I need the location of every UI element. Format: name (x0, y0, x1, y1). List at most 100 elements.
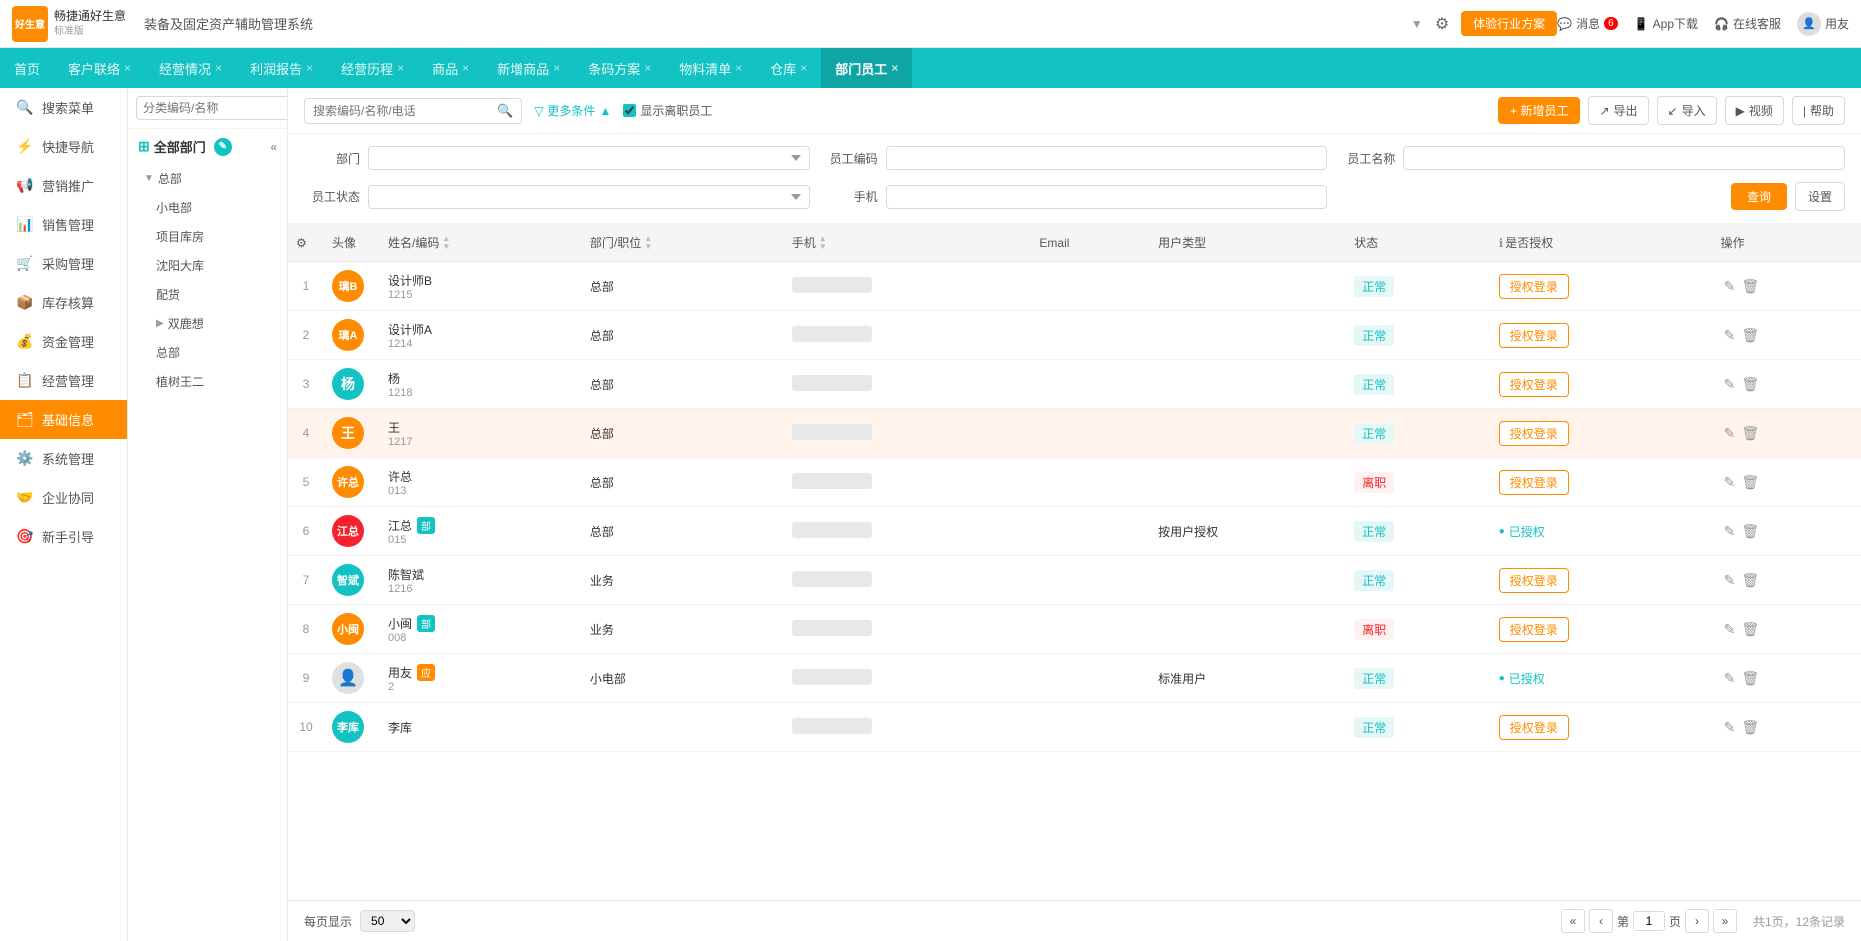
dept-node-project[interactable]: 项目库房 (128, 222, 287, 251)
sidebar-item-system[interactable]: ⚙️ 系统管理 (0, 439, 127, 478)
sidebar-item-sales[interactable]: 📊 销售管理 (0, 205, 127, 244)
sidebar-item-finance[interactable]: 💰 资金管理 (0, 322, 127, 361)
nav-tab-home[interactable]: 首页 (0, 48, 54, 88)
help-button[interactable]: | 帮助 (1792, 96, 1845, 125)
nav-tab-customer[interactable]: 客户联络 × (54, 48, 145, 88)
edit-icon[interactable]: ✎ (1724, 474, 1736, 490)
sort-name-code[interactable]: 姓名/编码 ▲▼ (388, 234, 574, 251)
auth-login-button[interactable]: 授权登录 (1499, 617, 1569, 642)
edit-icon[interactable]: ✎ (1724, 572, 1736, 588)
online-service-button[interactable]: 🎧 在线客服 (1714, 15, 1781, 32)
trial-button[interactable]: 体验行业方案 (1461, 11, 1557, 36)
dept-node-shenyang[interactable]: 沈阳大库 (128, 251, 287, 280)
close-icon[interactable]: × (462, 61, 469, 75)
nav-tab-warehouse[interactable]: 仓库 × (756, 48, 821, 88)
col-phone[interactable]: 手机 ▲▼ (784, 224, 1032, 262)
auth-login-button[interactable]: 授权登录 (1499, 470, 1569, 495)
auth-login-button[interactable]: 授权登录 (1499, 421, 1569, 446)
user-menu[interactable]: 👤 用友 (1797, 12, 1849, 36)
sidebar-item-guide[interactable]: 🎯 新手引导 (0, 517, 127, 556)
close-icon[interactable]: × (124, 61, 131, 75)
auth-login-button[interactable]: 授权登录 (1499, 372, 1569, 397)
close-icon[interactable]: × (891, 61, 898, 75)
auth-login-button[interactable]: 授权登录 (1499, 323, 1569, 348)
edit-icon[interactable]: ✎ (1724, 719, 1736, 735)
export-button[interactable]: ↗ 导出 (1588, 96, 1648, 125)
search-icon[interactable]: 🔍 (497, 103, 513, 119)
settings-icon[interactable]: ⚙ (1435, 14, 1449, 34)
col-settings[interactable]: ⚙ (288, 224, 324, 262)
add-employee-button[interactable]: + 新增员工 (1498, 97, 1580, 124)
col-name-code[interactable]: 姓名/编码 ▲▼ (380, 224, 582, 262)
edit-icon[interactable]: ✎ (1724, 278, 1736, 294)
sort-phone[interactable]: 手机 ▲▼ (792, 234, 1024, 251)
filter-more-btn[interactable]: ▽ 更多条件 ▲ (534, 102, 611, 119)
dept-node-xiaodian[interactable]: 小电部 (128, 193, 287, 222)
sidebar-item-purchase[interactable]: 🛒 采购管理 (0, 244, 127, 283)
edit-icon[interactable]: ✎ (1724, 425, 1736, 441)
delete-icon[interactable]: 🗑 (1741, 474, 1759, 490)
sort-dept[interactable]: 部门/职位 ▲▼ (590, 234, 776, 251)
edit-icon[interactable]: ✎ (1724, 670, 1736, 686)
delete-icon[interactable]: 🗑 (1741, 278, 1759, 294)
dept-node-peihuo[interactable]: 配货 (128, 280, 287, 309)
emp-name-input[interactable] (1403, 146, 1845, 170)
sidebar-item-operation[interactable]: 📋 经营管理 (0, 361, 127, 400)
nav-tab-barcode[interactable]: 条码方案 × (574, 48, 665, 88)
last-page-btn[interactable]: » (1713, 909, 1737, 933)
sidebar-item-quicknav[interactable]: ⚡ 快捷导航 (0, 127, 127, 166)
close-icon[interactable]: × (800, 61, 807, 75)
auth-login-button[interactable]: 授权登录 (1499, 715, 1569, 740)
prev-page-btn[interactable]: ‹ (1589, 909, 1613, 933)
dept-node-zongbu[interactable]: ▼ 总部 (128, 164, 287, 193)
info-icon[interactable]: ℹ (1499, 236, 1504, 250)
auth-login-button[interactable]: 授权登录 (1499, 274, 1569, 299)
delete-icon[interactable]: 🗑 (1741, 621, 1759, 637)
close-icon[interactable]: × (553, 61, 560, 75)
emp-status-select[interactable] (368, 185, 810, 209)
close-icon[interactable]: × (644, 61, 651, 75)
import-button[interactable]: ↙ 导入 (1657, 96, 1717, 125)
sidebar-item-collab[interactable]: 🤝 企业协同 (0, 478, 127, 517)
nav-tab-process[interactable]: 经营历程 × (327, 48, 418, 88)
first-page-btn[interactable]: « (1561, 909, 1585, 933)
nav-tab-bom[interactable]: 物料清单 × (665, 48, 756, 88)
system-title-arrow[interactable]: ▼ (1411, 17, 1423, 31)
close-icon[interactable]: × (306, 61, 313, 75)
sidebar-item-inventory[interactable]: 📦 库存核算 (0, 283, 127, 322)
dept-edit-round-icon[interactable]: ✎ (214, 138, 232, 156)
col-dept-position[interactable]: 部门/职位 ▲▼ (582, 224, 784, 262)
dept-select[interactable] (368, 146, 810, 170)
emp-code-input[interactable] (886, 146, 1328, 170)
search-input[interactable] (313, 104, 493, 118)
page-input[interactable] (1633, 911, 1665, 931)
message-button[interactable]: 💬 消息 6 (1557, 15, 1618, 32)
dept-search-input[interactable] (136, 96, 288, 120)
show-resigned-checkbox[interactable] (623, 104, 636, 117)
query-button[interactable]: 查询 (1731, 183, 1787, 210)
sidebar-item-search[interactable]: 🔍 搜索菜单 (0, 88, 127, 127)
delete-icon[interactable]: 🗑 (1741, 376, 1759, 392)
nav-tab-new-goods[interactable]: 新增商品 × (483, 48, 574, 88)
sidebar-item-marketing[interactable]: 📢 营销推广 (0, 166, 127, 205)
close-icon[interactable]: × (215, 61, 222, 75)
app-download-button[interactable]: 📱 App下载 (1634, 15, 1698, 32)
nav-tab-profit[interactable]: 利润报告 × (236, 48, 327, 88)
edit-icon[interactable]: ✎ (1724, 621, 1736, 637)
reset-button[interactable]: 设置 (1795, 182, 1845, 211)
delete-icon[interactable]: 🗑 (1741, 425, 1759, 441)
page-size-select[interactable]: 10 20 50 100 (360, 910, 415, 932)
dept-collapse-btn[interactable]: « (270, 140, 277, 154)
nav-tab-goods[interactable]: 商品 × (418, 48, 483, 88)
edit-icon[interactable]: ✎ (1724, 376, 1736, 392)
edit-icon[interactable]: ✎ (1724, 327, 1736, 343)
delete-icon[interactable]: 🗑 (1741, 523, 1759, 539)
auth-login-button[interactable]: 授权登录 (1499, 568, 1569, 593)
nav-tab-dept-staff[interactable]: 部门员工 × (821, 48, 912, 88)
edit-icon[interactable]: ✎ (1724, 523, 1736, 539)
dept-node-zongbu2[interactable]: 总部 (128, 338, 287, 367)
next-page-btn[interactable]: › (1685, 909, 1709, 933)
nav-tab-business[interactable]: 经营情况 × (145, 48, 236, 88)
delete-icon[interactable]: 🗑 (1741, 327, 1759, 343)
dept-node-shuanglu[interactable]: ▶ 双鹿想 (128, 309, 287, 338)
